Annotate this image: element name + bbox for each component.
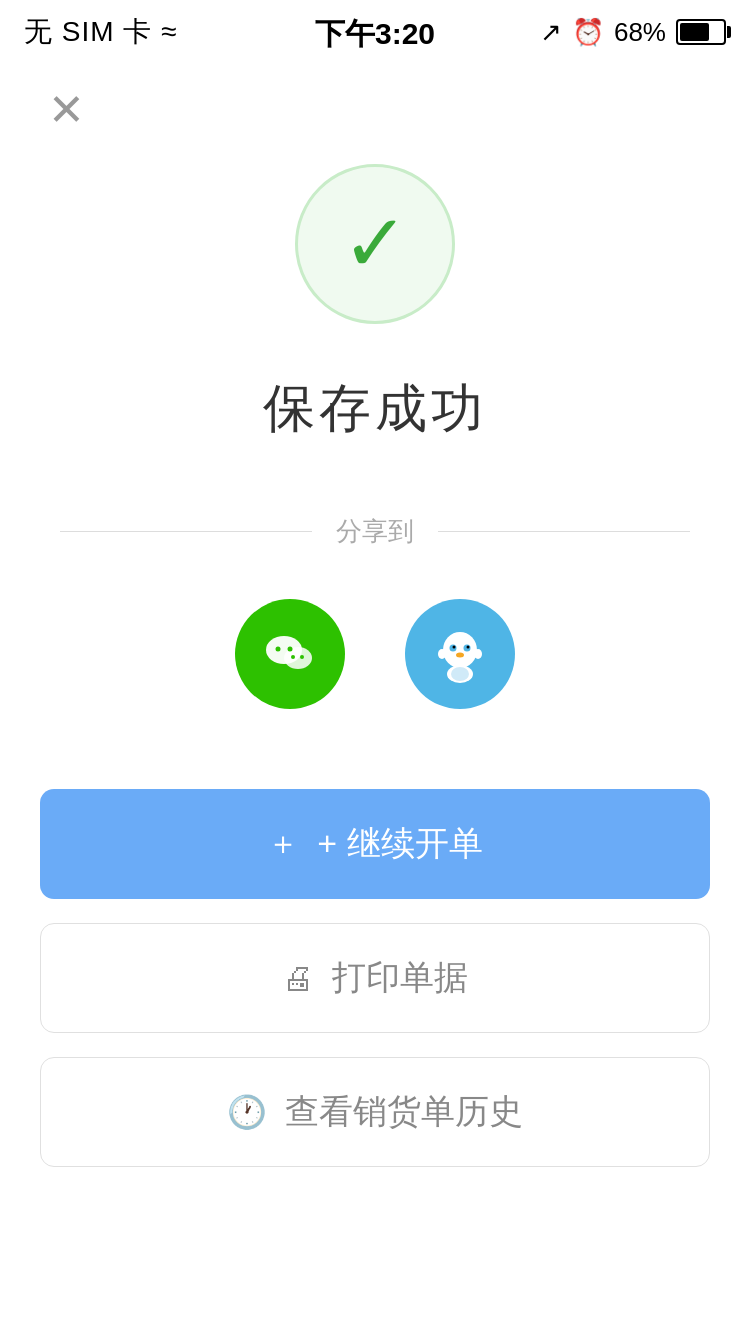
svg-point-6 xyxy=(443,632,477,668)
close-icon: ✕ xyxy=(48,88,85,132)
battery-icon xyxy=(676,19,726,45)
plus-icon: ＋ xyxy=(267,822,299,866)
share-label: 分享到 xyxy=(312,514,438,549)
svg-point-15 xyxy=(451,667,469,681)
print-label: 打印单据 xyxy=(332,955,468,1001)
share-icons-container xyxy=(235,599,515,709)
battery-fill xyxy=(680,23,709,41)
alarm-icon: ⏰ xyxy=(572,17,604,48)
divider-line-right xyxy=(438,531,690,532)
history-button[interactable]: 🕐 查看销货单历史 xyxy=(40,1057,710,1167)
print-button[interactable]: 🖨 打印单据 xyxy=(40,923,710,1033)
qq-share-button[interactable] xyxy=(405,599,515,709)
status-right-info: ↗ ⏰ 68% xyxy=(540,17,726,48)
svg-point-3 xyxy=(288,647,293,652)
main-content: ✓ 保存成功 分享到 xyxy=(0,64,750,1167)
svg-point-13 xyxy=(474,649,482,659)
svg-point-5 xyxy=(300,655,304,659)
svg-point-9 xyxy=(453,646,456,649)
status-time: 下午3:20 xyxy=(315,14,435,55)
wechat-share-button[interactable] xyxy=(235,599,345,709)
status-bar: 无 SIM 卡 ≈ 下午3:20 ↗ ⏰ 68% xyxy=(0,0,750,64)
battery-percent: 68% xyxy=(614,17,666,48)
svg-point-12 xyxy=(438,649,446,659)
share-divider: 分享到 xyxy=(0,514,750,549)
continue-label: + 继续开单 xyxy=(317,821,482,867)
success-circle: ✓ xyxy=(295,164,455,324)
success-title: 保存成功 xyxy=(263,374,487,444)
status-left-info: 无 SIM 卡 ≈ xyxy=(24,13,177,51)
history-label: 查看销货单历史 xyxy=(285,1089,523,1135)
svg-point-11 xyxy=(456,653,464,658)
location-icon: ↗ xyxy=(540,17,562,48)
close-button[interactable]: ✕ xyxy=(36,80,96,140)
qq-icon xyxy=(428,622,492,686)
svg-point-2 xyxy=(276,647,281,652)
continue-button[interactable]: ＋ + 继续开单 xyxy=(40,789,710,899)
divider-line-left xyxy=(60,531,312,532)
svg-point-10 xyxy=(467,646,470,649)
checkmark-icon: ✓ xyxy=(342,204,409,284)
action-buttons: ＋ + 继续开单 🖨 打印单据 🕐 查看销货单历史 xyxy=(0,789,750,1167)
svg-point-4 xyxy=(291,655,295,659)
wechat-icon xyxy=(258,622,322,686)
history-icon: 🕐 xyxy=(227,1093,267,1131)
print-icon: 🖨 xyxy=(282,960,314,997)
